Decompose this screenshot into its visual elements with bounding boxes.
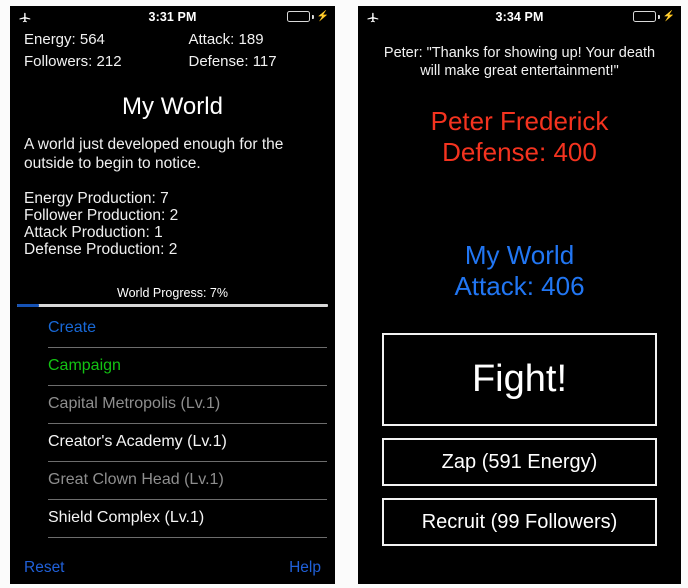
world-menu-list: Create Campaign Capital Metropolis (Lv.1… (10, 309, 335, 551)
menu-item-label: Shield Complex (Lv.1) (48, 509, 205, 526)
menu-item-creators-academy[interactable]: Creator's Academy (Lv.1) (10, 423, 335, 461)
right-status-bar: 3:34 PM ⚡ (358, 6, 681, 28)
right-phone-screen: 3:34 PM ⚡ Peter: "Thanks for showing up!… (358, 6, 681, 584)
production-follower: Follower Production: 2 (24, 207, 179, 224)
help-button[interactable]: Help (289, 559, 321, 577)
battle-action-buttons: Fight! Zap (591 Energy) Recruit (99 Foll… (358, 333, 681, 546)
menu-item-label: Great Clown Head (Lv.1) (48, 471, 224, 488)
menu-item-label: Capital Metropolis (Lv.1) (48, 395, 221, 412)
lightning-bolt-icon: ⚡ (316, 10, 329, 22)
menu-item-great-clown-head[interactable]: Great Clown Head (Lv.1) (10, 461, 335, 499)
left-footer-bar: Reset Help (10, 552, 335, 584)
production-attack: Attack Production: 1 (24, 224, 163, 241)
player-info-block: My World Attack: 406 (358, 240, 681, 302)
player-attack-stat: Attack: 406 (454, 271, 585, 301)
menu-item-capital-metropolis[interactable]: Capital Metropolis (Lv.1) (10, 385, 335, 423)
battery-nub-icon (311, 14, 314, 19)
stat-energy: Energy: 564 (24, 31, 105, 48)
menu-item-label: Create (48, 319, 97, 336)
player-name: My World (464, 240, 575, 270)
production-defense: Defense Production: 2 (24, 241, 178, 258)
enemy-defense-stat: Defense: 400 (442, 137, 597, 167)
player-stats-panel: Energy: 564 Attack: 189 Followers: 212 D… (10, 28, 335, 71)
menu-item-shield-complex[interactable]: Shield Complex (Lv.1) (10, 499, 335, 537)
menu-item-create[interactable]: Create (10, 309, 335, 347)
world-progress-bar (17, 304, 328, 307)
battery-status-group: ⚡ (286, 10, 329, 22)
battery-icon (286, 11, 310, 22)
fight-button[interactable]: Fight! (382, 333, 657, 426)
world-progress-fill (17, 304, 39, 307)
stat-attack: Attack: 189 (188, 31, 264, 48)
battery-icon (632, 11, 656, 22)
left-status-bar: 3:31 PM ⚡ (10, 6, 335, 28)
enemy-taunt-text: Peter: "Thanks for showing up! Your deat… (383, 45, 656, 79)
page-title: My World (122, 93, 223, 120)
enemy-info-block: Peter Frederick Defense: 400 (358, 106, 681, 168)
zap-button[interactable]: Zap (591 Energy) (382, 438, 657, 486)
world-progress-block: World Progress: 7% (10, 286, 335, 307)
battery-nub-icon (657, 14, 660, 19)
reset-button[interactable]: Reset (24, 559, 65, 577)
menu-item-label: Campaign (48, 357, 121, 374)
stat-defense: Defense: 117 (188, 53, 277, 70)
menu-item-label: Creator's Academy (Lv.1) (48, 433, 227, 450)
world-description: A world just developed enough for the ou… (24, 136, 284, 172)
production-list: Energy Production: 7 Follower Production… (10, 173, 335, 258)
left-phone-screen: 3:31 PM ⚡ Energy: 564 Attack: 189 Follow… (10, 6, 335, 584)
production-energy: Energy Production: 7 (24, 190, 169, 207)
recruit-button[interactable]: Recruit (99 Followers) (382, 498, 657, 546)
world-progress-label: World Progress: 7% (117, 286, 228, 300)
enemy-name: Peter Frederick (430, 106, 609, 136)
screenshot-stage: 3:31 PM ⚡ Energy: 564 Attack: 189 Follow… (0, 0, 688, 588)
lightning-bolt-icon: ⚡ (662, 10, 675, 22)
battery-status-group: ⚡ (632, 10, 675, 22)
menu-item-campaign[interactable]: Campaign (10, 347, 335, 385)
menu-item-partially-visible[interactable] (10, 537, 335, 551)
stat-followers: Followers: 212 (24, 53, 122, 70)
